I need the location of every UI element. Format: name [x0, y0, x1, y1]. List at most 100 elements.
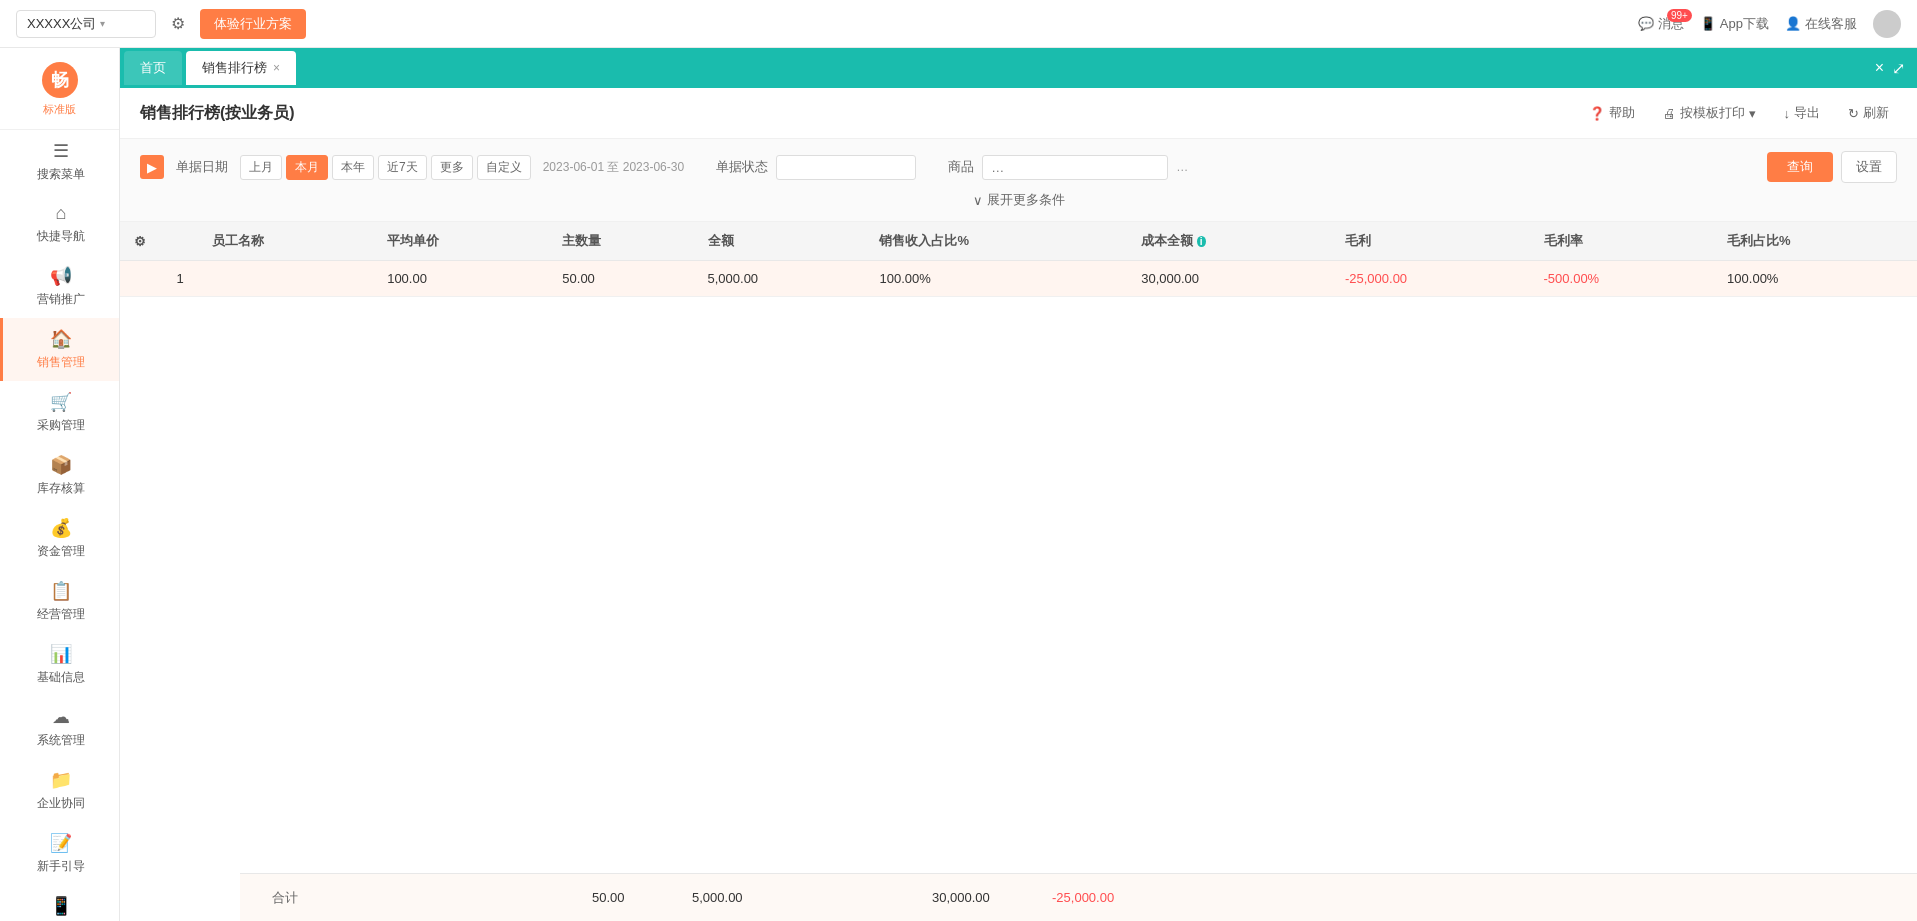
avatar[interactable]	[1873, 10, 1901, 38]
date-btn-this-year[interactable]: 本年	[332, 155, 374, 180]
table-header-row: ⚙ 员工名称 平均单价 主数量 全额 销售收入占比% 成本全额 i 毛利	[120, 222, 1917, 261]
footer-profit: -25,000.00	[1040, 890, 1160, 905]
table-row: 1 100.00 50.00 5,000.00 100.00% 30,000.0…	[120, 261, 1917, 297]
table-footer: 合计 50.00 5,000.00 30,000.00 -25,000.00	[240, 873, 1917, 921]
app-download-button[interactable]: 📱 App下载	[1700, 15, 1769, 33]
window-maximize-icon[interactable]: ⤢	[1892, 59, 1905, 78]
inventory-icon: 📦	[50, 454, 72, 476]
service-label: 在线客服	[1805, 15, 1857, 33]
chevron-down-icon: ▾	[100, 18, 105, 29]
cost-info-icon[interactable]: i	[1197, 236, 1206, 247]
col-name: 员工名称	[200, 222, 375, 261]
col-profit: 毛利	[1333, 222, 1532, 261]
sidebar-item-purchase[interactable]: 🛒 采购管理	[0, 381, 119, 444]
gear-icon: ⚙	[171, 14, 185, 33]
main-layout: 畅 标准版 ☰ 搜索菜单 ⌂ 快捷导航 📢 营销推广 🏠 销售管理 🛒	[0, 48, 1917, 921]
sidebar-item-basic[interactable]: 📊 基础信息	[0, 633, 119, 696]
row-name	[200, 261, 375, 297]
tab-sales-ranking[interactable]: 销售排行榜 ×	[186, 51, 296, 85]
filter-bar: ▶ 单据日期 上月 本月 本年 近7天 更多 自定义 2023-06-01 至 …	[120, 139, 1917, 222]
goods-input[interactable]	[982, 155, 1168, 180]
home-icon: ⌂	[56, 203, 67, 224]
footer-label: 合计	[260, 889, 480, 907]
logo-text: 标准版	[43, 102, 76, 117]
guide-icon: 📝	[50, 832, 72, 854]
row-profit: -25,000.00	[1333, 261, 1532, 297]
sidebar-item-operations[interactable]: 📋 经营管理	[0, 570, 119, 633]
top-bar-right: 💬 消息 99+ 📱 App下载 👤 在线客服	[1638, 10, 1901, 38]
date-btn-more[interactable]: 更多	[431, 155, 473, 180]
sidebar-item-sales[interactable]: 🏠 销售管理	[0, 318, 119, 381]
date-btn-this-month[interactable]: 本月	[286, 155, 328, 180]
trial-button[interactable]: 体验行业方案	[200, 9, 306, 39]
status-filter-group: 单据状态	[716, 155, 916, 180]
settings-icon-btn[interactable]: ⚙	[164, 10, 192, 38]
sidebar-item-finance[interactable]: 💰 资金管理	[0, 507, 119, 570]
sidebar-item-system[interactable]: ☁ 系统管理	[0, 696, 119, 759]
message-button[interactable]: 💬 消息 99+	[1638, 15, 1684, 33]
table-area: ⚙ 员工名称 平均单价 主数量 全额 销售收入占比% 成本全额 i 毛利	[120, 222, 1917, 921]
sales-icon: 🏠	[50, 328, 72, 350]
marketing-icon: 📢	[50, 265, 72, 287]
svg-text:畅: 畅	[51, 70, 69, 90]
col-rank	[160, 222, 200, 261]
page-content: 销售排行榜(按业务员) ❓ 帮助 🖨 按模板打印 ▾ ↓	[120, 88, 1917, 921]
goods-more-icon[interactable]: …	[1176, 160, 1188, 174]
sidebar-item-appstore[interactable]: 📱 应用中心	[0, 885, 119, 921]
window-close-icon[interactable]: ×	[1875, 59, 1884, 77]
status-select[interactable]	[776, 155, 916, 180]
refresh-button[interactable]: ↻ 刷新	[1840, 100, 1897, 126]
company-name: XXXXX公司	[27, 15, 96, 33]
data-table: ⚙ 员工名称 平均单价 主数量 全额 销售收入占比% 成本全额 i 毛利	[120, 222, 1917, 297]
row-avg-price: 100.00	[375, 261, 550, 297]
col-cost-amount: 成本全额 i	[1129, 222, 1333, 261]
sidebar-item-enterprise[interactable]: 📁 企业协同	[0, 759, 119, 822]
sidebar-item-search-order[interactable]: ☰ 搜索菜单	[0, 130, 119, 193]
date-btn-prev-month[interactable]: 上月	[240, 155, 282, 180]
logo-icon: 畅	[40, 60, 80, 100]
tab-bar-actions: × ⤢	[1875, 59, 1917, 78]
tab-home[interactable]: 首页	[124, 51, 182, 85]
row-profit-rate: -500.00%	[1532, 261, 1716, 297]
expand-filter-button[interactable]: ∨ 展开更多条件	[973, 191, 1065, 209]
row-quantity: 50.00	[550, 261, 695, 297]
export-button[interactable]: ↓ 导出	[1776, 100, 1829, 126]
col-avg-price: 平均单价	[375, 222, 550, 261]
row-cost-amount: 30,000.00	[1129, 261, 1333, 297]
app-icon: 📱	[1700, 16, 1716, 31]
sidebar-item-shortcut[interactable]: ⌂ 快捷导航	[0, 193, 119, 255]
refresh-icon: ↻	[1848, 106, 1859, 121]
page-actions: ❓ 帮助 🖨 按模板打印 ▾ ↓ 导出 ↻	[1581, 100, 1898, 126]
print-button[interactable]: 🖨 按模板打印 ▾	[1655, 100, 1764, 126]
date-btn-7days[interactable]: 近7天	[378, 155, 427, 180]
company-selector[interactable]: XXXXX公司 ▾	[16, 10, 156, 38]
date-range: 2023-06-01 至 2023-06-30	[543, 159, 684, 176]
content-area: 首页 销售排行榜 × × ⤢ 销售排行榜(按业务员) ❓	[120, 48, 1917, 921]
app-label: App下载	[1720, 15, 1769, 33]
query-button[interactable]: 查询	[1767, 152, 1833, 182]
footer-quantity: 50.00	[580, 890, 680, 905]
filter-toggle-btn[interactable]: ▶	[140, 155, 164, 179]
row-amount: 5,000.00	[696, 261, 868, 297]
sidebar-item-guide[interactable]: 📝 新手引导	[0, 822, 119, 885]
tab-bar: 首页 销售排行榜 × × ⤢	[120, 48, 1917, 88]
row-sales-pct: 100.00%	[867, 261, 1129, 297]
col-settings[interactable]: ⚙	[120, 222, 160, 261]
export-icon: ↓	[1784, 106, 1791, 121]
sidebar-item-inventory[interactable]: 📦 库存核算	[0, 444, 119, 507]
filter-row: ▶ 单据日期 上月 本月 本年 近7天 更多 自定义 2023-06-01 至 …	[140, 151, 1897, 183]
date-btn-custom[interactable]: 自定义	[477, 155, 531, 180]
page-title: 销售排行榜(按业务员)	[140, 103, 295, 124]
col-quantity: 主数量	[550, 222, 695, 261]
menu-icon: ☰	[53, 140, 69, 162]
help-button[interactable]: ❓ 帮助	[1581, 100, 1643, 126]
date-shortcuts: 上月 本月 本年 近7天 更多 自定义	[240, 155, 531, 180]
sidebar-item-marketing[interactable]: 📢 营销推广	[0, 255, 119, 318]
online-service-button[interactable]: 👤 在线客服	[1785, 15, 1857, 33]
col-amount: 全额	[696, 222, 868, 261]
tab-close-icon[interactable]: ×	[273, 61, 280, 75]
help-icon: ❓	[1589, 106, 1605, 121]
appstore-icon: 📱	[50, 895, 72, 917]
setting-button[interactable]: 设置	[1841, 151, 1897, 183]
row-profit-pct: 100.00%	[1715, 261, 1917, 297]
